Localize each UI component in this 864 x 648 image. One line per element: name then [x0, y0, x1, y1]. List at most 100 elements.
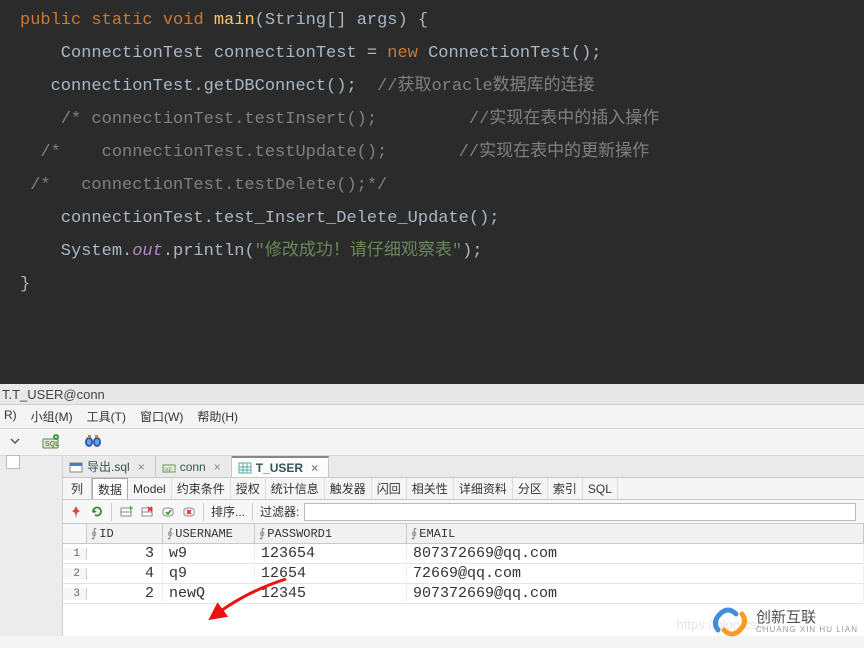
ruler-handle-icon[interactable]: [6, 455, 20, 469]
refresh-icon[interactable]: [88, 503, 106, 521]
code-line: /* connectionTest.testUpdate(); //实现在表中的…: [0, 136, 864, 169]
file-tabs: 导出.sql × sql conn × T_USER ×: [63, 456, 864, 478]
commit-icon[interactable]: [159, 503, 177, 521]
cell-mail[interactable]: 72669@qq.com: [407, 565, 864, 582]
rownum: 2: [63, 568, 87, 580]
subtab-partition[interactable]: 分区: [513, 478, 548, 499]
menu-help[interactable]: 帮助(H): [197, 408, 238, 425]
code-editor[interactable]: public static void main(String[] args) {…: [0, 0, 864, 384]
col-username[interactable]: ∮USERNAME: [163, 524, 255, 543]
kw-static: static: [91, 11, 162, 30]
watermark-brand: 创新互联: [756, 610, 858, 626]
cell-mail[interactable]: 807372669@qq.com: [407, 545, 864, 562]
grid-body: 1 3 w9 123654 807372669@qq.com 2 4 q9 12…: [63, 544, 864, 604]
column-icon: ∮: [91, 526, 97, 541]
sig: (String[] args) {: [255, 11, 428, 30]
cell-pass[interactable]: 12654: [255, 565, 407, 582]
subtab-triggers[interactable]: 触发器: [325, 478, 372, 499]
rownum: 3: [63, 588, 87, 600]
cell-id[interactable]: 2: [87, 585, 163, 602]
comment: //获取oracle数据库的连接: [377, 77, 595, 96]
left-ruler: [0, 456, 63, 636]
column-icon: ∮: [167, 526, 173, 541]
data-grid[interactable]: ∮ID ∮USERNAME ∮PASSWORD1 ∮EMAIL 1 3 w9 1…: [63, 524, 864, 604]
kw-public: public: [20, 11, 91, 30]
filter-label: 过滤器:: [258, 503, 301, 520]
tab-export-sql[interactable]: 导出.sql ×: [63, 456, 156, 477]
sql-conn-icon: sql: [162, 461, 176, 473]
code-line: }: [0, 268, 864, 301]
column-icon: ∮: [411, 526, 417, 541]
binoculars-icon[interactable]: [84, 434, 102, 448]
pin-icon[interactable]: [67, 503, 85, 521]
menu-r[interactable]: R): [4, 408, 17, 425]
col-password[interactable]: ∮PASSWORD1: [255, 524, 407, 543]
close-icon[interactable]: ×: [214, 460, 221, 474]
rollback-icon[interactable]: [180, 503, 198, 521]
cell-pass[interactable]: 123654: [255, 545, 407, 562]
code-line: System.out.println("修改成功！请仔细观察表");: [0, 235, 864, 268]
cell-user[interactable]: w9: [163, 545, 255, 562]
svg-text:sql: sql: [164, 467, 172, 473]
subtab-details[interactable]: 详细资料: [454, 478, 513, 499]
close-icon[interactable]: ×: [138, 460, 145, 474]
menu-window[interactable]: 窗口(W): [140, 408, 183, 425]
col-email[interactable]: ∮EMAIL: [407, 524, 864, 543]
filter-input[interactable]: [304, 503, 856, 521]
subtab-model[interactable]: Model: [128, 478, 172, 499]
watermark-logo-icon: [708, 600, 752, 644]
svg-text:SQL: SQL: [45, 441, 60, 448]
code-line: ConnectionTest connectionTest = new Conn…: [0, 37, 864, 70]
cell-id[interactable]: 4: [87, 565, 163, 582]
menu-group[interactable]: 小组(M): [31, 408, 73, 425]
comment: /* connectionTest.testInsert(); //实现在表中的…: [20, 110, 659, 129]
code-line: connectionTest.test_Insert_Delete_Update…: [0, 202, 864, 235]
sub-tabs: 列 数据 Model 约束条件 授权 统计信息 触发器 闪回 相关性 详细资料 …: [63, 478, 864, 500]
filter-row: + 排序... 过滤器:: [63, 500, 864, 524]
window-title: T.T_USER@conn: [0, 384, 864, 405]
col-rownum: [63, 524, 87, 543]
subtab-index[interactable]: 索引: [548, 478, 583, 499]
cell-pass[interactable]: 12345: [255, 585, 407, 602]
code-line: /* connectionTest.testDelete();*/: [0, 169, 864, 202]
cell-id[interactable]: 3: [87, 545, 163, 562]
insert-row-icon[interactable]: +: [117, 503, 135, 521]
svg-text:+: +: [128, 505, 133, 513]
sql-file-icon: [69, 461, 83, 473]
sql-run-icon[interactable]: SQL: [42, 433, 62, 449]
column-icon: ∮: [259, 526, 265, 541]
code-line: /* connectionTest.testInsert(); //实现在表中的…: [0, 103, 864, 136]
comment: /* connectionTest.testDelete();*/: [20, 176, 387, 195]
subtab-flashback[interactable]: 闪回: [372, 478, 407, 499]
subtab-data[interactable]: 数据: [92, 478, 128, 499]
table-icon: [238, 462, 252, 474]
delete-row-icon[interactable]: [138, 503, 156, 521]
code-line: connectionTest.getDBConnect(); //获取oracl…: [0, 70, 864, 103]
subtab-columns[interactable]: 列: [63, 478, 92, 499]
watermark: 创新互联 CHUANG XIN HU LIAN: [708, 600, 858, 644]
menu-tools[interactable]: 工具(T): [87, 408, 126, 425]
watermark-sub: CHUANG XIN HU LIAN: [756, 626, 858, 634]
close-icon[interactable]: ×: [311, 461, 318, 475]
subtab-stats[interactable]: 统计信息: [266, 478, 325, 499]
menu-bar: R) 小组(M) 工具(T) 窗口(W) 帮助(H): [0, 405, 864, 429]
sort-button[interactable]: 排序...: [209, 503, 247, 520]
fn-main: main: [214, 11, 255, 30]
cell-user[interactable]: newQ: [163, 585, 255, 602]
grid-header: ∮ID ∮USERNAME ∮PASSWORD1 ∮EMAIL: [63, 524, 864, 544]
dropdown-arrow-icon[interactable]: [10, 436, 20, 446]
table-row[interactable]: 2 4 q9 12654 72669@qq.com: [63, 564, 864, 584]
subtab-deps[interactable]: 相关性: [407, 478, 454, 499]
col-id[interactable]: ∮ID: [87, 524, 163, 543]
tab-conn[interactable]: sql conn ×: [156, 456, 232, 477]
subtab-sql[interactable]: SQL: [583, 478, 618, 499]
tab-t-user[interactable]: T_USER ×: [232, 456, 329, 477]
subtab-grants[interactable]: 授权: [231, 478, 266, 499]
table-row[interactable]: 1 3 w9 123654 807372669@qq.com: [63, 544, 864, 564]
db-tool: T.T_USER@conn R) 小组(M) 工具(T) 窗口(W) 帮助(H)…: [0, 384, 864, 648]
string-lit: "修改成功！请仔细观察表": [255, 242, 462, 261]
cell-user[interactable]: q9: [163, 565, 255, 582]
toolbar: SQL: [0, 429, 864, 456]
rownum: 1: [63, 548, 87, 560]
subtab-constraints[interactable]: 约束条件: [172, 478, 231, 499]
